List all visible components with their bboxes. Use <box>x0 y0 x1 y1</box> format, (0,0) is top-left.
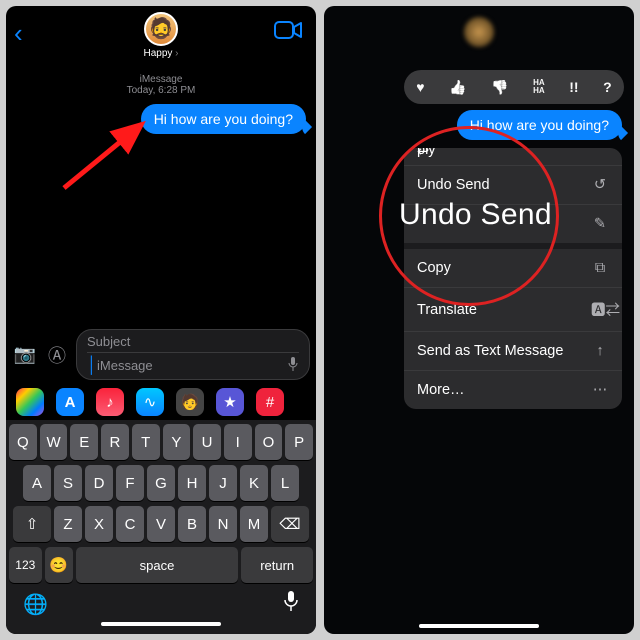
facetime-button[interactable] <box>274 20 302 45</box>
menu-item-copy[interactable]: Copy ⧉ <box>404 243 622 288</box>
sent-message-bubble[interactable]: Hi how are you doing? <box>141 104 306 134</box>
left-phone: ‹ 🧔 Happy iMessage Today, 6:28 PM Hi how… <box>6 6 316 634</box>
music-app-icon[interactable]: ♪ <box>96 388 124 416</box>
key-i[interactable]: I <box>224 424 252 460</box>
menu-item-reply[interactable]: ply ↩︎ <box>404 148 622 166</box>
tapback-!![interactable]: !! <box>569 79 578 95</box>
navbar: ‹ 🧔 Happy <box>6 6 316 64</box>
annotation-arrow <box>64 118 154 193</box>
right-phone: ♥ 👍 👎 HA HA!!? Hi how are you doing? ply ↩︎… <box>324 6 634 634</box>
key-v[interactable]: V <box>147 506 175 542</box>
key-s[interactable]: S <box>54 465 82 501</box>
key-123[interactable]: 123 <box>9 547 42 583</box>
key-u[interactable]: U <box>193 424 221 460</box>
menu-item-send-as-text-message[interactable]: Send as Text Message↑ <box>404 332 622 371</box>
key-r[interactable]: R <box>101 424 129 460</box>
tapback-👎[interactable]: 👎 <box>491 79 508 96</box>
annotation-label: Undo Send <box>399 198 552 232</box>
key-b[interactable]: B <box>178 506 206 542</box>
memoji-app-icon[interactable]: 🧑 <box>176 388 204 416</box>
tapback-👍[interactable]: 👍 <box>449 79 466 96</box>
tapback-♥[interactable]: ♥ <box>416 79 424 95</box>
key-y[interactable]: Y <box>163 424 191 460</box>
key-f[interactable]: F <box>116 465 144 501</box>
tapback-?[interactable]: ? <box>603 79 612 95</box>
key-emoji[interactable]: 😊 <box>45 547 73 583</box>
app-strip: A ♪ ∿ 🧑 ★ # <box>6 384 316 420</box>
key-o[interactable]: O <box>255 424 283 460</box>
key-m[interactable]: M <box>240 506 268 542</box>
contact-avatar-blurred <box>464 17 494 47</box>
key-q[interactable]: Q <box>9 424 37 460</box>
key-g[interactable]: G <box>147 465 175 501</box>
subject-field[interactable]: Subject <box>87 334 299 353</box>
key-h[interactable]: H <box>178 465 206 501</box>
text-caret: │ <box>87 357 97 374</box>
key-space[interactable]: space <box>76 547 239 583</box>
key-d[interactable]: D <box>85 465 113 501</box>
back-button[interactable]: ‹ <box>14 18 23 49</box>
menu-icon: ⋯ <box>591 382 609 398</box>
context-menu: ply ↩︎ Undo Send↺✎ Copy ⧉ Translate🅰⇄Sen… <box>404 148 622 409</box>
keyboard: QWERTYUIOP ASDFGHJKL ⇧ZXCVBNM⌫ 123 😊 spa… <box>6 420 316 634</box>
menu-icon: 🅰⇄ <box>591 299 609 320</box>
key-x[interactable]: X <box>85 506 113 542</box>
sent-message-bubble[interactable]: Hi how are you doing? <box>457 110 622 140</box>
camera-icon[interactable]: 📷 <box>12 344 38 365</box>
message-row: Hi how are you doing? <box>324 104 634 140</box>
menu-icon: ↑ <box>591 343 609 359</box>
contact-avatar[interactable]: 🧔 <box>144 12 178 46</box>
navbar-blurred <box>324 6 634 58</box>
key-e[interactable]: E <box>70 424 98 460</box>
tapback-HA HA[interactable]: HA HA <box>533 79 545 95</box>
message-input[interactable]: Subject │iMessage <box>76 329 310 380</box>
thread-label: iMessage <box>6 74 316 85</box>
contact-name[interactable]: Happy <box>143 48 178 59</box>
key-⇧[interactable]: ⇧ <box>13 506 51 542</box>
home-indicator[interactable] <box>101 622 221 626</box>
key-return[interactable]: return <box>241 547 313 583</box>
reply-icon: ↩︎ <box>417 148 609 160</box>
key-w[interactable]: W <box>40 424 68 460</box>
key-z[interactable]: Z <box>54 506 82 542</box>
dictation-icon[interactable] <box>287 356 299 375</box>
composer: 📷 Ⓐ Subject │iMessage <box>6 325 316 384</box>
thread-meta: iMessage Today, 6:28 PM <box>6 74 316 96</box>
photos-app-icon[interactable] <box>16 388 44 416</box>
imessage-apps-icon[interactable]: A <box>56 388 84 416</box>
key-n[interactable]: N <box>209 506 237 542</box>
menu-icon: ↺ <box>591 177 609 193</box>
globe-icon[interactable]: 🌐 <box>23 592 48 617</box>
appstore-icon[interactable]: Ⓐ <box>44 342 70 368</box>
key-p[interactable]: P <box>285 424 313 460</box>
key-j[interactable]: J <box>209 465 237 501</box>
hashtag-app-icon[interactable]: # <box>256 388 284 416</box>
home-indicator[interactable] <box>419 624 539 628</box>
message-row: Hi how are you doing? <box>6 96 316 134</box>
key-⌫[interactable]: ⌫ <box>271 506 309 542</box>
menu-item-translate[interactable]: Translate🅰⇄ <box>404 288 622 332</box>
message-placeholder: iMessage <box>97 358 153 373</box>
tapback-bar: ♥ 👍 👎 HA HA!!? <box>404 70 624 104</box>
dictate-icon[interactable] <box>283 590 299 618</box>
key-c[interactable]: C <box>116 506 144 542</box>
menu-item-more-[interactable]: More…⋯ <box>404 371 622 409</box>
key-t[interactable]: T <box>132 424 160 460</box>
thread-time: Today, 6:28 PM <box>6 85 316 96</box>
menu-icon: ✎ <box>591 216 609 232</box>
audio-app-icon[interactable]: ∿ <box>136 388 164 416</box>
key-l[interactable]: L <box>271 465 299 501</box>
key-k[interactable]: K <box>240 465 268 501</box>
key-a[interactable]: A <box>23 465 51 501</box>
stickers-app-icon[interactable]: ★ <box>216 388 244 416</box>
copy-icon: ⧉ <box>591 260 609 276</box>
